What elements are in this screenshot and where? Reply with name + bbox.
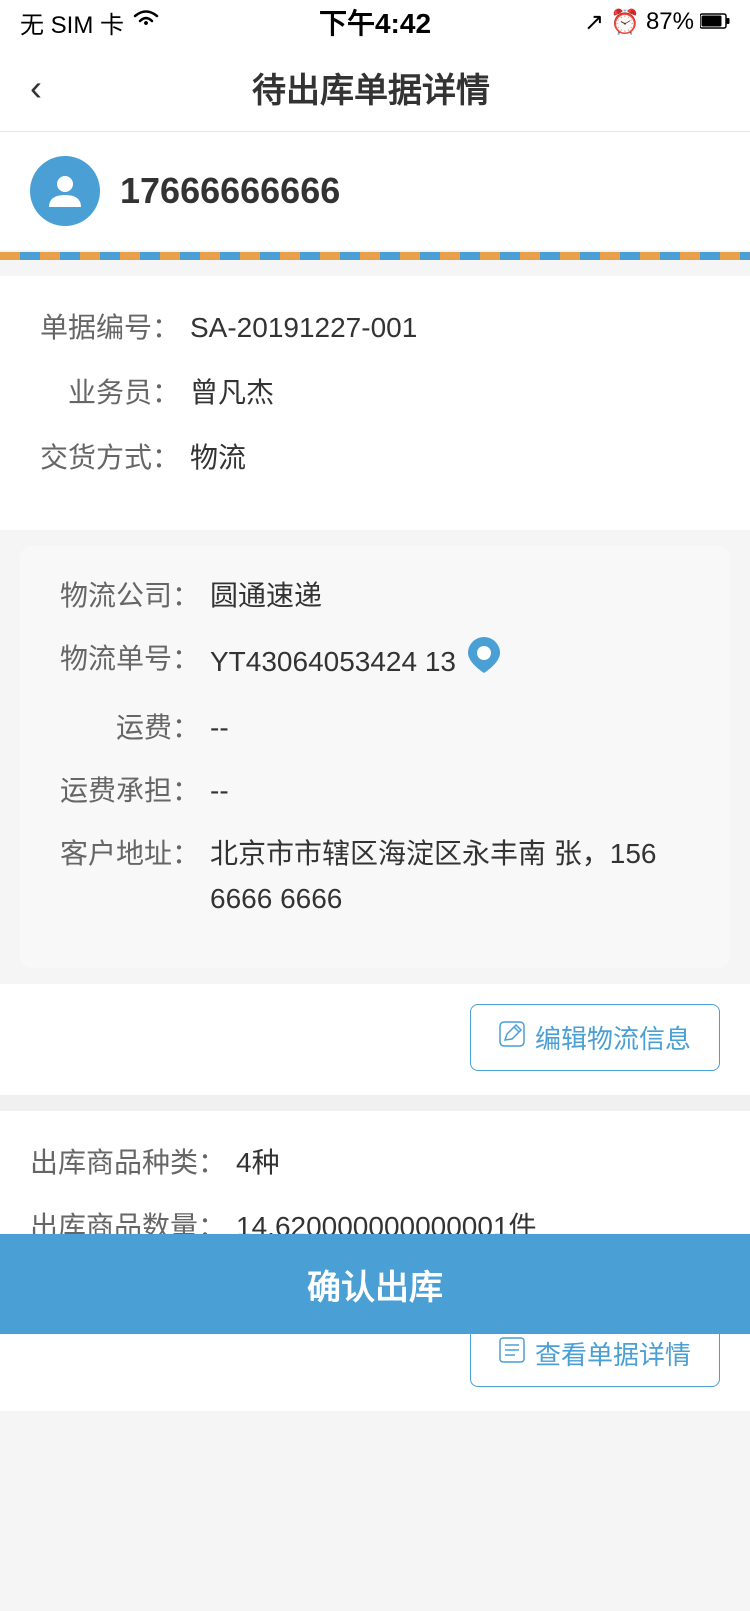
person-icon xyxy=(45,171,85,211)
battery-percent: 87% xyxy=(646,8,694,36)
address-label: 客户地址： xyxy=(50,832,200,877)
logistics-tracking-row: 物流单号： YT43064053424 13 xyxy=(50,637,700,688)
edit-icon xyxy=(499,1021,525,1054)
page-title: 待出库单据详情 xyxy=(62,63,680,112)
battery-icon xyxy=(700,8,730,36)
user-phone: 17666666666 xyxy=(120,170,340,212)
address-value: 北京市市辖区海淀区永丰南 张，156 6666 6666 xyxy=(210,832,700,922)
salesman-label: 业务员： xyxy=(30,371,180,416)
content-spacer xyxy=(0,1411,750,1611)
edit-logistics-label: 编辑物流信息 xyxy=(535,1019,691,1056)
logistics-company-row: 物流公司： 圆通速递 xyxy=(50,574,700,619)
nav-bar: ‹ 待出库单据详情 xyxy=(0,44,750,132)
freight-bear-value: -- xyxy=(210,769,700,814)
wifi-icon xyxy=(132,8,160,36)
delivery-label: 交货方式： xyxy=(30,436,180,481)
status-time: 下午4:42 xyxy=(319,2,431,42)
freight-row: 运费： -- xyxy=(50,706,700,751)
freight-bear-label: 运费承担： xyxy=(50,769,200,814)
order-info-section: 单据编号： SA-20191227-001 业务员： 曾凡杰 交货方式： 物流 xyxy=(0,276,750,530)
bottom-bar: 确认出库 xyxy=(0,1234,750,1334)
order-number-row: 单据编号： SA-20191227-001 xyxy=(30,306,720,351)
avatar xyxy=(30,156,100,226)
order-number-label: 单据编号： xyxy=(30,306,180,351)
salesman-value: 曾凡杰 xyxy=(190,371,720,416)
logistics-tracking-value: YT43064053424 13 xyxy=(210,637,700,688)
freight-value: -- xyxy=(210,706,700,751)
delivery-row: 交货方式： 物流 xyxy=(30,436,720,481)
goods-types-row: 出库商品种类： 4种 xyxy=(30,1141,720,1186)
status-left: 无 SIM 卡 xyxy=(20,5,160,40)
goods-types-label: 出库商品种类： xyxy=(30,1141,226,1186)
edit-logistics-section: 编辑物流信息 xyxy=(0,984,750,1095)
user-header: 17666666666 xyxy=(0,132,750,250)
section-separator xyxy=(0,1095,750,1111)
confirm-outbound-button[interactable]: 确认出库 xyxy=(0,1234,750,1334)
logistics-card: 物流公司： 圆通速递 物流单号： YT43064053424 13 运费： --… xyxy=(20,546,730,967)
alarm-icon: ⏰ xyxy=(610,8,640,37)
freight-label: 运费： xyxy=(50,706,200,751)
status-bar: 无 SIM 卡 下午4:42 ↗ ⏰ 87% xyxy=(0,0,750,44)
logistics-company-label: 物流公司： xyxy=(50,574,200,619)
view-details-label: 查看单据详情 xyxy=(535,1335,691,1372)
dashed-divider xyxy=(0,252,750,260)
delivery-value: 物流 xyxy=(190,436,720,481)
carrier-label: 无 SIM 卡 xyxy=(20,5,124,40)
logistics-tracking-label: 物流单号： xyxy=(50,637,200,682)
freight-bear-row: 运费承担： -- xyxy=(50,769,700,814)
view-details-icon xyxy=(499,1337,525,1370)
edit-logistics-button[interactable]: 编辑物流信息 xyxy=(470,1004,720,1071)
back-button[interactable]: ‹ xyxy=(30,67,42,109)
order-number-value: SA-20191227-001 xyxy=(190,306,720,351)
address-row: 客户地址： 北京市市辖区海淀区永丰南 张，156 6666 6666 xyxy=(50,832,700,922)
location-status-icon: ↗ xyxy=(584,8,604,37)
goods-types-value: 4种 xyxy=(236,1141,720,1186)
tracking-location-icon[interactable] xyxy=(468,637,500,688)
salesman-row: 业务员： 曾凡杰 xyxy=(30,371,720,416)
status-right: ↗ ⏰ 87% xyxy=(584,8,730,37)
logistics-company-value: 圆通速递 xyxy=(210,574,700,619)
